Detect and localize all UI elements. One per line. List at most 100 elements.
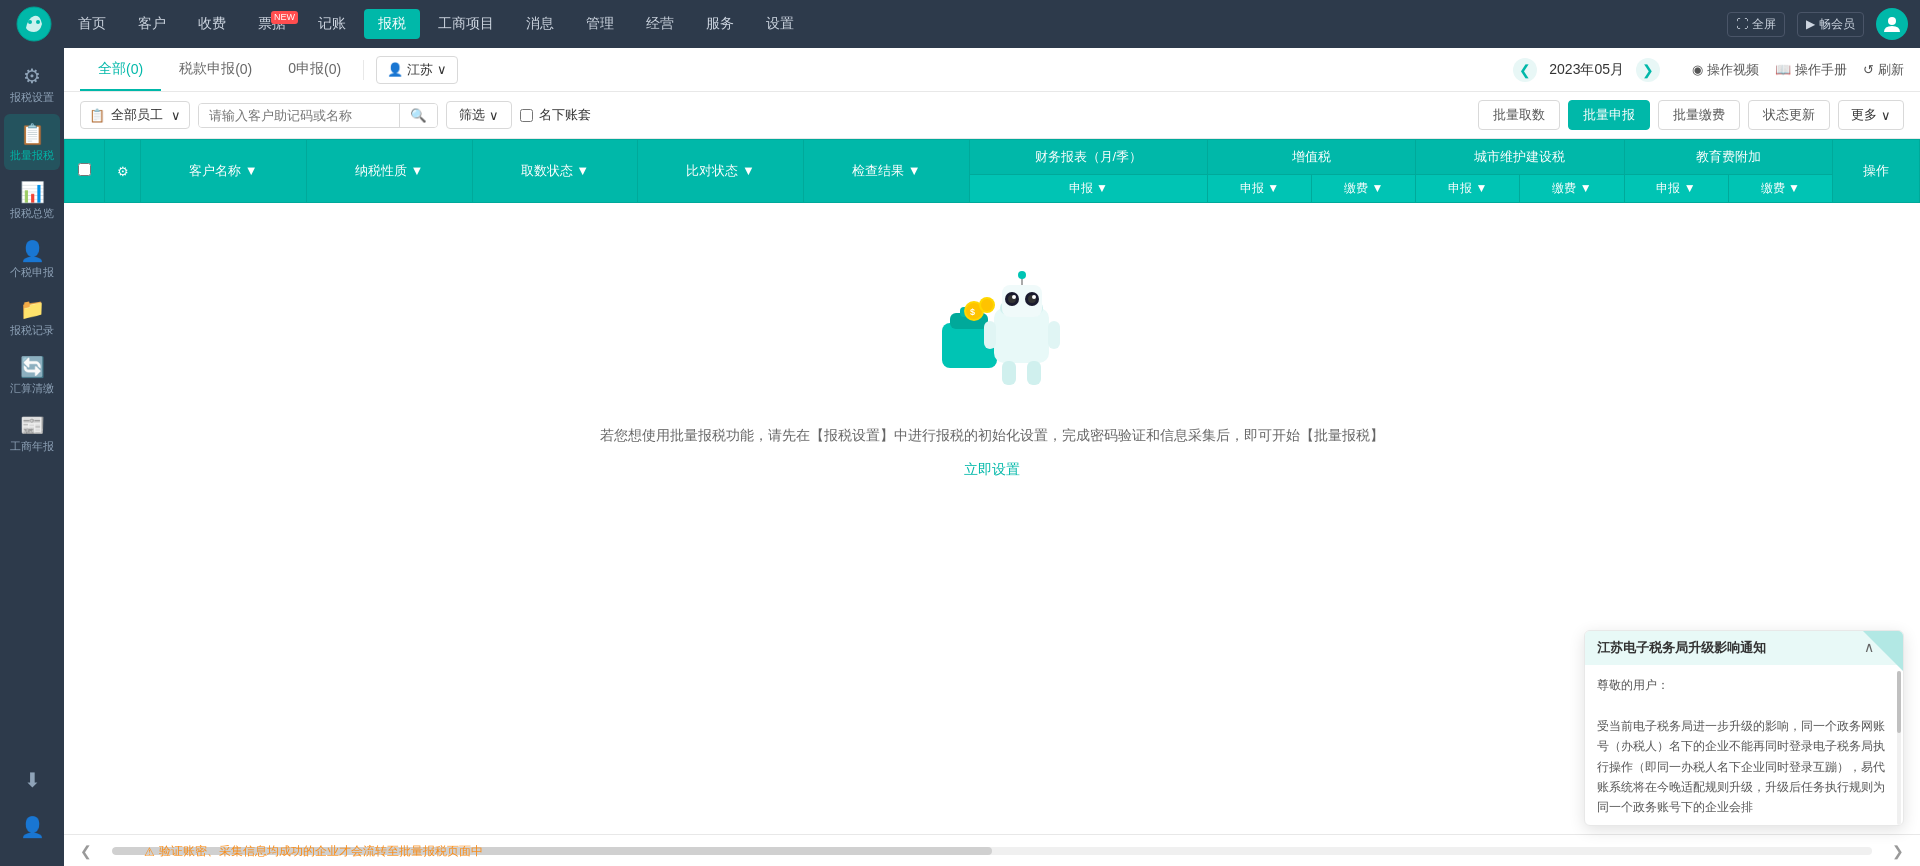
nav-billing[interactable]: 收费 [184, 9, 240, 39]
th-financial-declare[interactable]: 申报 ▼ [969, 175, 1207, 203]
th-compare-status[interactable]: 比对状态 ▼ [638, 140, 804, 203]
customer-filter-icon: ▼ [245, 163, 258, 178]
vat-pay-filter: ▼ [1371, 181, 1383, 195]
refresh-button[interactable]: ↺ 刷新 [1863, 61, 1904, 79]
svg-rect-25 [1002, 361, 1016, 385]
empty-text: 若您想使用批量报税功能，请先在【报税设置】中进行报税的初始化设置，完成密码验证和… [600, 427, 1384, 445]
th-vat-declare[interactable]: 申报 ▼ [1207, 175, 1311, 203]
nav-message[interactable]: 消息 [512, 9, 568, 39]
tabs: 全部(0) 税款申报(0) 0申报(0) [80, 48, 359, 91]
svg-point-19 [1012, 295, 1016, 299]
tab-tax-declaration[interactable]: 税款申报(0) [161, 48, 270, 91]
scroll-left-button[interactable]: ❮ [80, 843, 92, 859]
sidebar-item-personal-tax[interactable]: 👤 个税申报 [4, 231, 60, 287]
chevron-down-icon: ∨ [437, 62, 447, 77]
refresh-icon: ↺ [1863, 62, 1874, 77]
app-logo[interactable] [12, 2, 56, 46]
annual-report-icon: 📰 [20, 413, 45, 437]
empty-state: $ [65, 203, 1920, 539]
notification-header: 江苏电子税务局升级影响通知 ∧ × [1585, 631, 1903, 665]
tab-zero-declaration[interactable]: 0申报(0) [270, 48, 359, 91]
sidebar-item-download[interactable]: ⬇ [4, 760, 60, 803]
fin-dec-filter: ▼ [1096, 181, 1108, 195]
employee-icon: 📋 [89, 108, 105, 123]
check-filter-icon: ▼ [908, 163, 921, 178]
sub-account-checkbox[interactable] [520, 109, 533, 122]
region-selector[interactable]: 👤 江苏 ∨ [376, 56, 458, 84]
sidebar-item-annual-report[interactable]: 📰 工商年报 [4, 405, 60, 461]
fullscreen-button[interactable]: ⛶ 全屏 [1727, 12, 1785, 37]
download-icon: ⬇ [24, 768, 41, 792]
th-vat: 增值税 [1207, 140, 1415, 175]
svg-text:$: $ [970, 307, 975, 317]
th-settings[interactable]: ⚙ [105, 140, 141, 203]
svg-point-11 [981, 299, 993, 311]
warning-icon: ⚠ [144, 845, 155, 859]
next-month-button[interactable]: ❯ [1636, 58, 1660, 82]
table-body: $ [65, 203, 1920, 540]
city-pay-filter: ▼ [1580, 181, 1592, 195]
batch-fetch-button[interactable]: 批量取数 [1478, 100, 1560, 130]
data-table: ⚙ 客户名称 ▼ 纳税性质 ▼ 取数状态 ▼ 比对状态 ▼ 检查结果 ▼ [64, 139, 1920, 539]
filter-button[interactable]: 筛选 ∨ [446, 101, 512, 129]
filter-chevron-icon: ∨ [489, 108, 499, 123]
user-avatar[interactable] [1876, 8, 1908, 40]
sidebar-bottom: ⬇ 👤 [0, 752, 64, 858]
sidebar-item-batch-tax[interactable]: 📋 批量报税 [4, 114, 60, 170]
batch-pay-button[interactable]: 批量缴费 [1658, 100, 1740, 130]
th-tax-type[interactable]: 纳税性质 ▼ [306, 140, 472, 203]
nav-customer[interactable]: 客户 [124, 9, 180, 39]
th-edu-declare[interactable]: 申报 ▼ [1624, 175, 1728, 203]
sidebar-item-user[interactable]: 👤 [4, 807, 60, 850]
sidebar-item-tax-settings[interactable]: ⚙ 报税设置 [4, 56, 60, 112]
operation-manual-link[interactable]: 📖 操作手册 [1775, 61, 1847, 79]
nav-accounting[interactable]: 记账 [304, 9, 360, 39]
th-check-result[interactable]: 检查结果 ▼ [804, 140, 970, 203]
more-button[interactable]: 更多 ∨ [1838, 100, 1904, 130]
notification-scrollbar[interactable] [1897, 671, 1901, 825]
nav-home[interactable]: 首页 [64, 9, 120, 39]
th-city-declare[interactable]: 申报 ▼ [1416, 175, 1520, 203]
notification-title: 江苏电子税务局升级影响通知 [1597, 639, 1766, 657]
settlement-icon: 🔄 [20, 355, 45, 379]
sidebar: ⚙ 报税设置 📋 批量报税 📊 报税总览 👤 个税申报 📁 报税记录 🔄 汇算清… [0, 48, 64, 866]
sidebar-item-tax-records[interactable]: 📁 报税记录 [4, 289, 60, 345]
nav-tax[interactable]: 报税 [364, 9, 420, 39]
empty-state-row: $ [65, 203, 1920, 540]
nav-invoice[interactable]: 票据 NEW [244, 9, 300, 39]
sidebar-item-settlement[interactable]: 🔄 汇算清缴 [4, 347, 60, 403]
top-navigation: 首页 客户 收费 票据 NEW 记账 报税 工商项目 消息 管理 经营 服务 设… [0, 0, 1920, 48]
table-header-row-1: ⚙ 客户名称 ▼ 纳税性质 ▼ 取数状态 ▼ 比对状态 ▼ 检查结果 ▼ [65, 140, 1920, 175]
sidebar-item-tax-overview[interactable]: 📊 报税总览 [4, 172, 60, 228]
setup-link[interactable]: 立即设置 [964, 461, 1020, 479]
status-update-button[interactable]: 状态更新 [1748, 100, 1830, 130]
operation-video-link[interactable]: ◉ 操作视频 [1692, 61, 1759, 79]
th-customer[interactable]: 客户名称 ▼ [141, 140, 307, 203]
member-button[interactable]: ▶ 畅会员 [1797, 12, 1864, 37]
svg-point-1 [28, 20, 32, 24]
select-all-checkbox[interactable] [78, 163, 91, 176]
search-button[interactable]: 🔍 [399, 104, 437, 127]
nav-settings[interactable]: 设置 [752, 9, 808, 39]
th-city-pay[interactable]: 缴费 ▼ [1520, 175, 1624, 203]
prev-month-button[interactable]: ❮ [1513, 58, 1537, 82]
notification-content: 尊敬的用户： 受当前电子税务局进一步升级的影响，同一个政务网账号（办税人）名下的… [1597, 675, 1891, 818]
th-vat-pay[interactable]: 缴费 ▼ [1312, 175, 1416, 203]
th-financial-report: 财务报表（月/季） [969, 140, 1207, 175]
batch-declare-button[interactable]: 批量申报 [1568, 100, 1650, 130]
th-edu-pay[interactable]: 缴费 ▼ [1728, 175, 1832, 203]
search-input[interactable] [199, 104, 399, 127]
employee-selector[interactable]: 📋 全部员工 ∨ [80, 101, 190, 129]
nav-service[interactable]: 服务 [692, 9, 748, 39]
sub-account-checkbox-label[interactable]: 名下账套 [520, 106, 591, 124]
nav-business[interactable]: 工商项目 [424, 9, 508, 39]
nav-operation[interactable]: 经营 [632, 9, 688, 39]
tab-all[interactable]: 全部(0) [80, 48, 161, 91]
scroll-right-button[interactable]: ❯ [1892, 843, 1904, 859]
th-checkbox[interactable] [65, 140, 105, 203]
th-fetch-status[interactable]: 取数状态 ▼ [472, 140, 638, 203]
month-navigation: ❮ 2023年05月 ❯ [1513, 58, 1660, 82]
dropdown-icon: ∨ [171, 108, 181, 123]
nav-management[interactable]: 管理 [572, 9, 628, 39]
warning-text: ⚠ 验证账密、采集信息均成功的企业才会流转至批量报税页面中 [144, 843, 483, 860]
